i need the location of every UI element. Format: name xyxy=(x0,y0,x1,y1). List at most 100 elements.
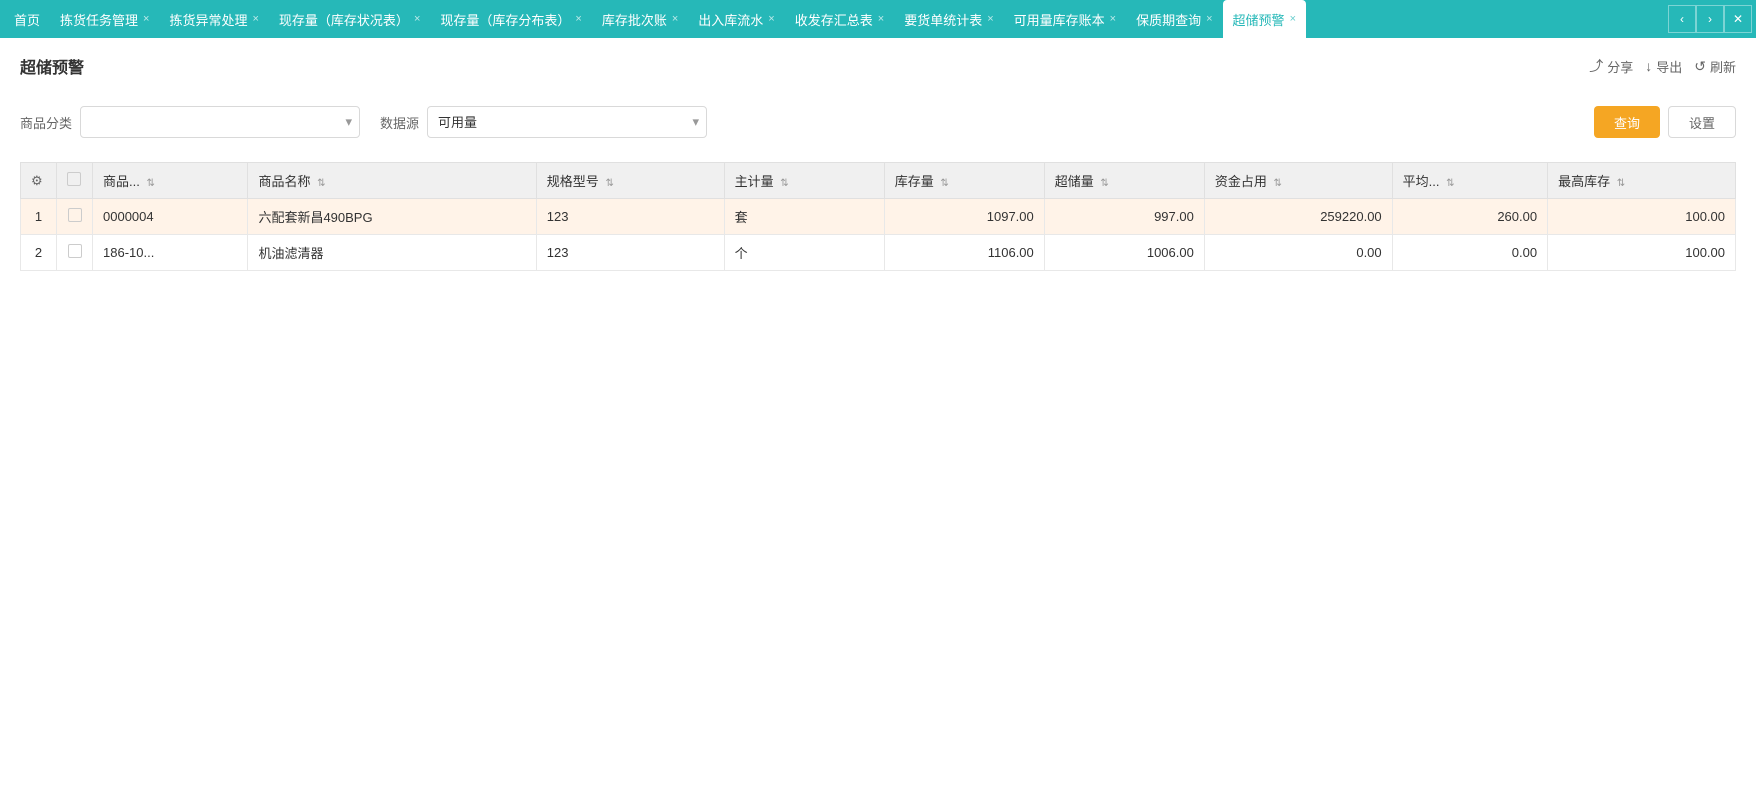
nav-close-lhgl[interactable]: × xyxy=(143,13,149,25)
nav-arrow-close[interactable]: ✕ xyxy=(1724,5,1752,33)
export-button[interactable]: ↓ 导出 xyxy=(1645,57,1682,76)
refresh-icon: ↺ xyxy=(1694,58,1706,75)
nav-label-kylkc: 可用量库存账本 xyxy=(1014,10,1105,29)
nav-item-kpph[interactable]: 库存批次账 × xyxy=(592,0,688,38)
col-header-overflow[interactable]: 超储量 ⇅ xyxy=(1044,163,1204,199)
nav-close-ygdtj[interactable]: × xyxy=(987,13,993,25)
row-capital-1: 0.00 xyxy=(1204,235,1392,271)
filter-group-category: 商品分类 xyxy=(20,106,360,138)
nav-item-home[interactable]: 首页 xyxy=(4,0,50,38)
col-label-avg: 平均... xyxy=(1403,174,1440,189)
row-checkbox-1[interactable] xyxy=(68,244,82,258)
nav-close-xcl2[interactable]: × xyxy=(575,13,581,25)
nav-label-xcl2: 现存量（库存分布表） xyxy=(440,10,570,29)
nav-label-lhgl: 拣货任务管理 xyxy=(60,10,138,29)
share-icon: ⤴ xyxy=(1589,56,1603,76)
page-title: 超储预警 xyxy=(20,54,84,78)
col-label-stock: 库存量 xyxy=(895,174,934,189)
row-name-1: 机油滤清器 xyxy=(248,235,536,271)
sort-icon-stock: ⇅ xyxy=(940,178,948,189)
refresh-button[interactable]: ↺ 刷新 xyxy=(1694,57,1736,76)
category-label: 商品分类 xyxy=(20,113,72,132)
col-label-capital: 资金占用 xyxy=(1215,174,1267,189)
col-header-avg[interactable]: 平均... ⇅ xyxy=(1392,163,1547,199)
col-header-gear: ⚙ xyxy=(21,163,57,199)
header-checkbox[interactable] xyxy=(67,172,81,186)
gear-icon[interactable]: ⚙ xyxy=(31,173,43,188)
share-button[interactable]: ⤴ 分享 xyxy=(1589,56,1633,76)
share-label: 分享 xyxy=(1607,57,1633,76)
col-header-maxstock[interactable]: 最高库存 ⇅ xyxy=(1548,163,1736,199)
row-spec-1: 123 xyxy=(536,235,724,271)
col-label-code: 商品... xyxy=(103,174,140,189)
nav-label-bzcq: 保质期查询 xyxy=(1136,10,1201,29)
nav-close-xcl1[interactable]: × xyxy=(414,13,420,25)
row-checkbox-0[interactable] xyxy=(68,208,82,222)
row-name-0: 六配套新昌490BPG xyxy=(248,199,536,235)
category-select[interactable] xyxy=(80,106,360,138)
sort-icon-name: ⇅ xyxy=(317,178,325,189)
nav-close-sdfhz[interactable]: × xyxy=(878,13,884,25)
col-header-name[interactable]: 商品名称 ⇅ xyxy=(248,163,536,199)
sort-icon-maxstock: ⇅ xyxy=(1617,178,1625,189)
col-label-overflow: 超储量 xyxy=(1055,174,1094,189)
row-unit-0: 套 xyxy=(724,199,884,235)
datasource-select[interactable]: 可用量 xyxy=(427,106,707,138)
nav-label-sdfhz: 收发存汇总表 xyxy=(795,10,873,29)
data-table: ⚙ 商品... ⇅ 商品名称 ⇅ 规格型号 ⇅ 主计量 xyxy=(20,162,1736,271)
row-avg-1: 0.00 xyxy=(1392,235,1547,271)
sort-icon-avg: ⇅ xyxy=(1446,178,1454,189)
nav-arrow-right[interactable]: › xyxy=(1696,5,1724,33)
row-check-1[interactable] xyxy=(57,235,93,271)
row-stock-0: 1097.00 xyxy=(884,199,1044,235)
row-maxstock-1: 100.00 xyxy=(1548,235,1736,271)
table-row: 2 186-10... 机油滤清器 123 个 1106.00 1006.00 … xyxy=(21,235,1736,271)
nav-item-lhgl[interactable]: 拣货任务管理 × xyxy=(50,0,159,38)
nav-label-crkls: 出入库流水 xyxy=(698,10,763,29)
col-header-stock[interactable]: 库存量 ⇅ xyxy=(884,163,1044,199)
nav-close-kylkc[interactable]: × xyxy=(1110,13,1116,25)
col-header-unit[interactable]: 主计量 ⇅ xyxy=(724,163,884,199)
filter-right-actions: 查询 设置 xyxy=(1594,106,1736,138)
nav-item-crkls[interactable]: 出入库流水 × xyxy=(688,0,784,38)
sort-icon-spec: ⇅ xyxy=(605,178,613,189)
col-header-spec[interactable]: 规格型号 ⇅ xyxy=(536,163,724,199)
nav-arrow-left[interactable]: ‹ xyxy=(1668,5,1696,33)
col-header-code[interactable]: 商品... ⇅ xyxy=(93,163,248,199)
nav-item-kylkc[interactable]: 可用量库存账本 × xyxy=(1004,0,1126,38)
query-button[interactable]: 查询 xyxy=(1594,106,1660,138)
nav-item-xcl2[interactable]: 现存量（库存分布表） × xyxy=(430,0,591,38)
nav-bar: 首页 拣货任务管理 × 拣货异常处理 × 现存量（库存状况表） × 现存量（库存… xyxy=(0,0,1756,38)
nav-item-bzcq[interactable]: 保质期查询 × xyxy=(1126,0,1222,38)
row-maxstock-0: 100.00 xyxy=(1548,199,1736,235)
col-label-spec: 规格型号 xyxy=(547,174,599,189)
sort-icon-overflow: ⇅ xyxy=(1100,178,1108,189)
export-label: 导出 xyxy=(1656,57,1682,76)
nav-close-lhyc[interactable]: × xyxy=(252,13,258,25)
filter-row: 商品分类 数据源 可用量 查询 设置 xyxy=(20,94,1736,150)
nav-close-bzcq[interactable]: × xyxy=(1206,13,1212,25)
nav-item-ccyj[interactable]: 超储预警 × xyxy=(1223,0,1306,38)
datasource-select-wrap: 可用量 xyxy=(427,106,707,138)
row-overflow-0: 997.00 xyxy=(1044,199,1204,235)
nav-label-home: 首页 xyxy=(14,10,40,29)
row-check-0[interactable] xyxy=(57,199,93,235)
nav-close-kpph[interactable]: × xyxy=(672,13,678,25)
row-avg-0: 260.00 xyxy=(1392,199,1547,235)
nav-item-ygdtj[interactable]: 要货单统计表 × xyxy=(894,0,1003,38)
col-header-capital[interactable]: 资金占用 ⇅ xyxy=(1204,163,1392,199)
nav-item-sdfhz[interactable]: 收发存汇总表 × xyxy=(785,0,894,38)
nav-label-ygdtj: 要货单统计表 xyxy=(904,10,982,29)
nav-item-lhyc[interactable]: 拣货异常处理 × xyxy=(159,0,268,38)
table-header-row: ⚙ 商品... ⇅ 商品名称 ⇅ 规格型号 ⇅ 主计量 xyxy=(21,163,1736,199)
nav-close-ccyj[interactable]: × xyxy=(1290,13,1296,25)
table-head: ⚙ 商品... ⇅ 商品名称 ⇅ 规格型号 ⇅ 主计量 xyxy=(21,163,1736,199)
nav-item-xcl1[interactable]: 现存量（库存状况表） × xyxy=(269,0,430,38)
nav-label-xcl1: 现存量（库存状况表） xyxy=(279,10,409,29)
nav-close-crkls[interactable]: × xyxy=(768,13,774,25)
datasource-label: 数据源 xyxy=(380,113,419,132)
settings-button[interactable]: 设置 xyxy=(1668,106,1736,138)
page-header: 超储预警 ⤴ 分享 ↓ 导出 ↺ 刷新 xyxy=(20,54,1736,78)
col-label-maxstock: 最高库存 xyxy=(1558,174,1610,189)
col-label-name: 商品名称 xyxy=(258,174,310,189)
